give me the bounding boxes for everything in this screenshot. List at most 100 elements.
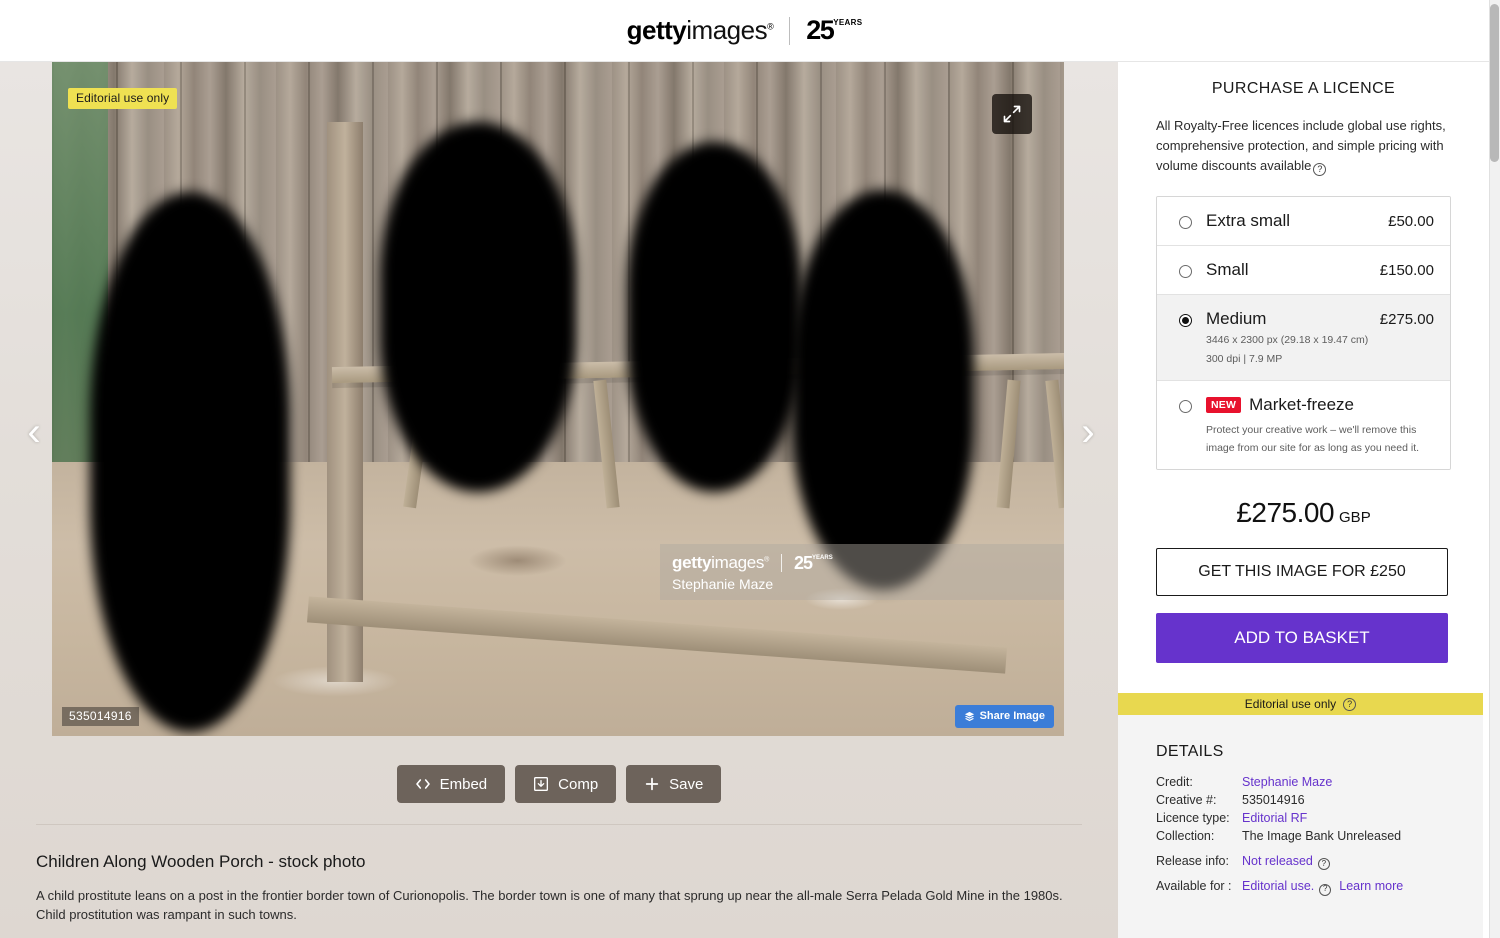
option-price: £275.00 bbox=[1379, 311, 1434, 329]
editorial-use-bar: Editorial use only ? bbox=[1118, 693, 1483, 715]
detail-row-available-for: Available for : Editorial use.? Learn mor… bbox=[1156, 878, 1445, 896]
watermark-logo-row: gettyimages® 25 YEARS bbox=[672, 553, 1064, 573]
comp-button[interactable]: Comp bbox=[515, 765, 617, 803]
option-label: Medium bbox=[1206, 309, 1267, 329]
detail-row-release-info: Release info: Not released? bbox=[1156, 853, 1445, 871]
total-price: £275.00 GBP bbox=[1118, 497, 1489, 529]
share-image-label: Share Image bbox=[979, 710, 1045, 722]
detail-key: Collection: bbox=[1156, 829, 1215, 843]
option-body: Small £150.00 bbox=[1206, 260, 1434, 280]
redaction-overlay bbox=[792, 190, 974, 590]
detail-value-available-for[interactable]: Editorial use. bbox=[1242, 879, 1314, 893]
radio-market-freeze[interactable] bbox=[1179, 399, 1192, 413]
comp-label: Comp bbox=[558, 775, 599, 793]
save-button[interactable]: Save bbox=[626, 765, 722, 803]
embed-label: Embed bbox=[439, 775, 488, 793]
detail-row-credit: Credit: Stephanie Maze bbox=[1156, 774, 1445, 791]
option-price: £50.00 bbox=[1388, 213, 1434, 231]
watermark-credit: Stephanie Maze bbox=[672, 575, 774, 592]
option-description-line1: Protect your creative work – we'll remov… bbox=[1206, 423, 1417, 436]
editorial-use-bar-label: Editorial use only bbox=[1244, 697, 1337, 711]
licence-option-medium[interactable]: Medium £275.00 3446 x 2300 px (29.18 x 1… bbox=[1157, 295, 1450, 381]
details-panel: DETAILS Credit: Stephanie Maze Creative … bbox=[1118, 715, 1483, 938]
previous-image-arrow[interactable]: ‹ bbox=[14, 410, 54, 454]
option-dimensions: 3446 x 2300 px (29.18 x 19.47 cm) bbox=[1206, 334, 1369, 347]
watermark-anniversary: 25 YEARS bbox=[794, 554, 833, 572]
get-this-image-button[interactable]: GET THIS IMAGE FOR £250 bbox=[1156, 548, 1448, 597]
image-id-label: 535014916 bbox=[62, 707, 139, 726]
expand-icon[interactable] bbox=[992, 94, 1032, 134]
detail-row-licence-type: Licence type: Editorial RF bbox=[1156, 810, 1445, 827]
redaction-overlay bbox=[90, 192, 290, 732]
logo-word-light: images bbox=[686, 15, 768, 45]
option-row: Extra small £50.00 bbox=[1206, 211, 1434, 231]
caption-block: Children Along Wooden Porch - stock phot… bbox=[36, 852, 1082, 925]
share-icon bbox=[964, 711, 974, 721]
logo-divider bbox=[789, 16, 791, 45]
page-scrollbar-track[interactable] bbox=[1489, 0, 1500, 938]
save-label: Save bbox=[669, 775, 704, 793]
caption-description: A child prostitute leans on a post in th… bbox=[36, 888, 1063, 922]
image-action-bar: Embed Comp Save bbox=[0, 765, 1118, 803]
option-body: NEW Market-freeze Protect your creative w… bbox=[1206, 395, 1434, 455]
help-icon[interactable]: ? bbox=[1319, 883, 1332, 896]
option-body: Medium £275.00 3446 x 2300 px (29.18 x 1… bbox=[1206, 309, 1434, 365]
new-badge: NEW bbox=[1206, 396, 1242, 413]
purchase-sidebar: PURCHASE A LICENCE All Royalty-Free lice… bbox=[1118, 62, 1489, 938]
option-label: Market-freeze bbox=[1249, 394, 1354, 414]
add-to-basket-button[interactable]: ADD TO BASKET bbox=[1156, 613, 1448, 664]
detail-value-release-info[interactable]: Not released bbox=[1242, 854, 1313, 868]
image-stage: Editorial use only gettyimages® 25 YEARS… bbox=[0, 62, 1118, 752]
page-scrollbar-thumb[interactable] bbox=[1490, 4, 1499, 162]
page-title: Children Along Wooden Porch - stock phot… bbox=[36, 852, 366, 871]
next-image-arrow[interactable]: › bbox=[1068, 410, 1108, 454]
help-icon[interactable]: ? bbox=[1313, 163, 1327, 177]
licence-intro-copy: All Royalty-Free licences include global… bbox=[1156, 118, 1446, 174]
share-image-button[interactable]: Share Image bbox=[954, 705, 1054, 728]
option-body: Extra small £50.00 bbox=[1206, 211, 1434, 231]
option-price: £150.00 bbox=[1379, 262, 1434, 280]
detail-key: Credit: bbox=[1156, 775, 1193, 789]
logo-registered-mark: ® bbox=[767, 21, 774, 32]
anniversary-number: 25 bbox=[806, 15, 835, 45]
licence-option-extra-small[interactable]: Extra small £50.00 bbox=[1157, 197, 1450, 247]
code-icon bbox=[415, 779, 430, 789]
option-resolution: 300 dpi | 7.9 MP bbox=[1206, 352, 1283, 365]
editorial-use-badge: Editorial use only bbox=[68, 88, 178, 109]
redaction-overlay bbox=[627, 142, 801, 492]
watermark-logo-bold: getty bbox=[672, 552, 712, 572]
option-row: Medium £275.00 bbox=[1206, 309, 1434, 329]
learn-more-link[interactable]: Learn more bbox=[1339, 879, 1403, 893]
watermark-anniversary-number: 25 bbox=[794, 552, 813, 573]
detail-value-collection: The Image Bank Unreleased bbox=[1242, 829, 1402, 843]
watermark-registered-mark: ® bbox=[764, 555, 769, 563]
plus-icon bbox=[645, 777, 659, 791]
embed-button[interactable]: Embed bbox=[396, 765, 506, 803]
details-heading: DETAILS bbox=[1156, 743, 1224, 760]
option-description-line2: image from our site for as long as you n… bbox=[1206, 441, 1420, 454]
stock-photo[interactable]: Editorial use only gettyimages® 25 YEARS… bbox=[52, 62, 1064, 736]
getty-logo[interactable]: gettyimages® 25 YEARS bbox=[627, 15, 863, 46]
help-icon[interactable]: ? bbox=[1317, 858, 1330, 871]
help-icon[interactable]: ? bbox=[1343, 697, 1357, 711]
anniversary-label: YEARS bbox=[833, 18, 863, 27]
radio-medium[interactable] bbox=[1179, 314, 1192, 328]
purchase-licence-heading: PURCHASE A LICENCE bbox=[1211, 80, 1396, 97]
detail-value-licence-type[interactable]: Editorial RF bbox=[1242, 810, 1307, 827]
radio-extra-small[interactable] bbox=[1179, 216, 1192, 230]
option-title-group: NEW Market-freeze bbox=[1206, 395, 1354, 415]
detail-value-wrap: Editorial use.? Learn more bbox=[1242, 878, 1403, 896]
redaction-overlay bbox=[380, 122, 576, 492]
logo-word-bold: getty bbox=[626, 15, 687, 45]
detail-value-credit[interactable]: Stephanie Maze bbox=[1242, 774, 1332, 791]
licence-option-small[interactable]: Small £150.00 bbox=[1157, 246, 1450, 296]
licence-option-market-freeze[interactable]: NEW Market-freeze Protect your creative w… bbox=[1157, 380, 1450, 470]
option-label: Extra small bbox=[1206, 211, 1291, 231]
download-icon bbox=[534, 777, 549, 791]
option-row: Small £150.00 bbox=[1206, 260, 1434, 280]
detail-row-creative-number: Creative #: 535014916 bbox=[1156, 792, 1445, 809]
detail-key: Licence type: bbox=[1156, 811, 1230, 825]
radio-small[interactable] bbox=[1179, 265, 1192, 279]
option-label: Small bbox=[1206, 260, 1249, 280]
watermark-logo-light: images bbox=[711, 552, 765, 572]
